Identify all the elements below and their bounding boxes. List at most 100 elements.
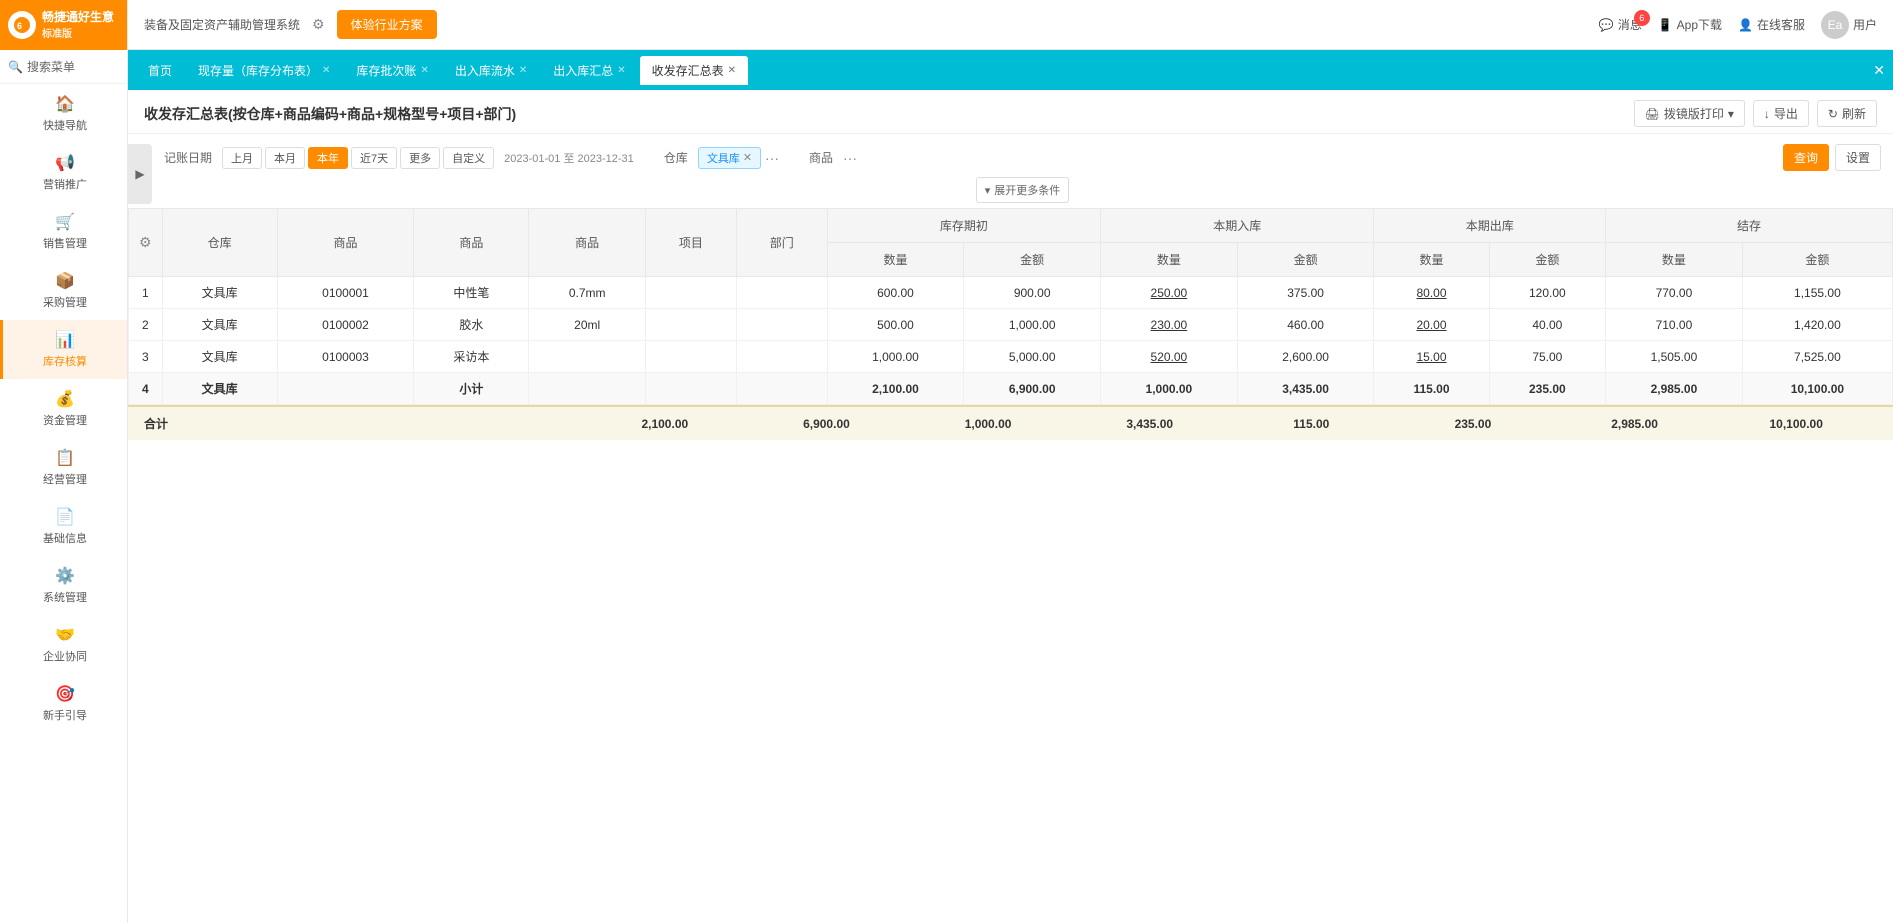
th-project: 项目 [645,209,736,277]
filter-expand-arrow[interactable]: ▶ [128,144,152,204]
period-btn-7days[interactable]: 近7天 [351,147,397,169]
th-out-qty: 数量 [1374,243,1489,277]
cell-open-qty: 2,100.00 [827,373,964,405]
sidebar-item-system[interactable]: ⚙️ 系统管理 [0,556,127,615]
inventory-icon: 📊 [55,330,75,350]
th-in-qty: 数量 [1101,243,1238,277]
sidebar-item-quick-nav[interactable]: 🏠 快捷导航 [0,84,127,143]
cell-open-amt: 1,000.00 [964,309,1101,341]
warehouse-tag: 文具库 ✕ [698,147,761,169]
tab-batch[interactable]: 库存批次账 ✕ [344,56,440,85]
period-btn-more[interactable]: 更多 [400,147,440,169]
print-dropdown-icon: ▾ [1728,107,1734,121]
cell-in-qty[interactable]: 250.00 [1101,277,1238,309]
cell-in-qty[interactable]: 1,000.00 [1101,373,1238,405]
user-label: 用户 [1853,16,1877,33]
footer-close-qty: 2,985.00 [1554,417,1716,431]
refresh-btn[interactable]: ↻ 刷新 [1817,100,1877,127]
settings-filter-btn[interactable]: 设置 [1835,144,1881,171]
refresh-btn-label: 刷新 [1842,105,1866,122]
search-menu-label: 搜索菜单 [27,58,75,75]
sidebar-item-sales-label: 销售管理 [43,235,87,251]
col-settings-icon[interactable]: ⚙ [139,234,152,250]
query-btn[interactable]: 查询 [1783,144,1829,171]
th-out-amt: 金额 [1489,243,1605,277]
tab-home[interactable]: 首页 [136,56,184,85]
sidebar-item-guide[interactable]: 🎯 新手引导 [0,674,127,733]
gear-icon[interactable]: ⚙ [312,16,325,33]
cell-out-qty[interactable]: 15.00 [1374,341,1489,373]
tab-in-out-flow-label: 出入库流水 [455,62,515,79]
tab-stock-dist-close[interactable]: ✕ [322,65,330,76]
guide-icon: 🎯 [55,684,75,704]
period-btn-this-month[interactable]: 本月 [265,147,305,169]
cell-out-qty[interactable]: 80.00 [1374,277,1489,309]
cell-in-qty[interactable]: 520.00 [1101,341,1238,373]
cell-out-qty[interactable]: 20.00 [1374,309,1489,341]
sidebar-item-basic[interactable]: 📄 基础信息 [0,497,127,556]
topbar: 装备及固定资产辅助管理系统 ⚙ 体验行业方案 💬 消息 6 📱 App下载 👤 … [128,0,1893,50]
system-icon: ⚙️ [55,566,75,586]
table-container: ⚙ 仓库 商品 商品 商品 项目 部门 库存期初 本期入库 本期出库 结存 [128,208,1893,405]
message-btn[interactable]: 💬 消息 6 [1599,16,1642,33]
table-footer: 合计 2,100.00 6,900.00 1,000.00 3,435.00 1… [128,405,1893,440]
search-menu-item[interactable]: 🔍 搜索菜单 [0,50,127,84]
cell-in-amt: 375.00 [1237,277,1374,309]
tab-in-out-flow[interactable]: 出入库流水 ✕ [443,56,539,85]
date-label: 记账日期 [164,149,212,166]
tab-recv-send[interactable]: 收发存汇总表 ✕ [640,56,748,85]
expand-conditions-btn[interactable]: ▾ 展开更多条件 [976,177,1070,203]
sidebar-item-marketing-label: 营销推广 [43,176,87,192]
cell-project [645,277,736,309]
sidebar-item-inventory[interactable]: 📊 库存核算 [0,320,127,379]
period-btn-custom[interactable]: 自定义 [443,147,494,169]
tab-in-out-flow-close[interactable]: ✕ [519,65,527,76]
goods-dots[interactable]: ··· [843,150,857,166]
tab-in-out-summary[interactable]: 出入库汇总 ✕ [541,56,637,85]
cell-out-qty[interactable]: 115.00 [1374,373,1489,405]
tab-batch-close[interactable]: ✕ [420,65,428,76]
sidebar-item-marketing[interactable]: 📢 营销推广 [0,143,127,202]
sidebar-item-finance[interactable]: 💰 资金管理 [0,379,127,438]
app-download-btn[interactable]: 📱 App下载 [1658,16,1722,33]
app-name: 畅捷通好生意 [42,10,114,26]
period-btn-this-year[interactable]: 本年 [308,147,348,169]
th-settings: ⚙ [129,209,163,277]
sidebar-item-operations[interactable]: 📋 经营管理 [0,438,127,497]
experience-btn[interactable]: 体验行业方案 [337,10,437,39]
download-icon: 📱 [1658,18,1673,32]
sidebar-item-purchase[interactable]: 📦 采购管理 [0,261,127,320]
export-btn[interactable]: ↓ 导出 [1753,100,1809,127]
tab-stock-dist-label: 现存量（库存分布表） [198,62,318,79]
table-row: 4文具库小计2,100.006,900.001,000.003,435.0011… [129,373,1893,405]
query-actions: 查询 设置 [1783,144,1881,171]
operations-icon: 📋 [55,448,75,468]
footer-label: 合计 [144,415,564,432]
online-service-label: 在线客服 [1757,16,1805,33]
cell-out-amt: 120.00 [1489,277,1605,309]
cell-out-amt: 75.00 [1489,341,1605,373]
user-menu[interactable]: Ea 用户 [1821,11,1877,39]
tab-stock-dist[interactable]: 现存量（库存分布表） ✕ [186,56,342,85]
sidebar-item-sales[interactable]: 🛒 销售管理 [0,202,127,261]
cell-goods-code: 0100002 [277,309,414,341]
cell-in-qty[interactable]: 230.00 [1101,309,1238,341]
cell-close-qty: 1,505.00 [1606,341,1743,373]
period-btn-last-month[interactable]: 上月 [222,147,262,169]
basic-icon: 📄 [55,507,75,527]
tab-recv-send-close[interactable]: ✕ [728,65,736,76]
sidebar-item-guide-label: 新手引导 [43,707,87,723]
tabbar: 首页 现存量（库存分布表） ✕ 库存批次账 ✕ 出入库流水 ✕ 出入库汇总 ✕ … [128,50,1893,90]
table-row: 3文具库0100003采访本1,000.005,000.00520.002,60… [129,341,1893,373]
sidebar-menu: 🏠 快捷导航 📢 营销推广 🛒 销售管理 📦 采购管理 📊 库存核算 💰 资金管… [0,84,127,923]
cell-open-qty: 1,000.00 [827,341,964,373]
print-btn[interactable]: 🖨 拨镜版打印 ▾ [1634,100,1745,127]
sidebar-item-enterprise[interactable]: 🤝 企业协同 [0,615,127,674]
online-service-btn[interactable]: 👤 在线客服 [1738,16,1805,33]
system-name: 装备及固定资产辅助管理系统 [144,16,300,33]
tabbar-close-btn[interactable]: ✕ [1873,62,1885,79]
warehouse-tag-close[interactable]: ✕ [743,151,752,164]
tab-in-out-summary-close[interactable]: ✕ [617,65,625,76]
cell-goods-code: 0100001 [277,277,414,309]
warehouse-dots[interactable]: ··· [765,150,779,166]
